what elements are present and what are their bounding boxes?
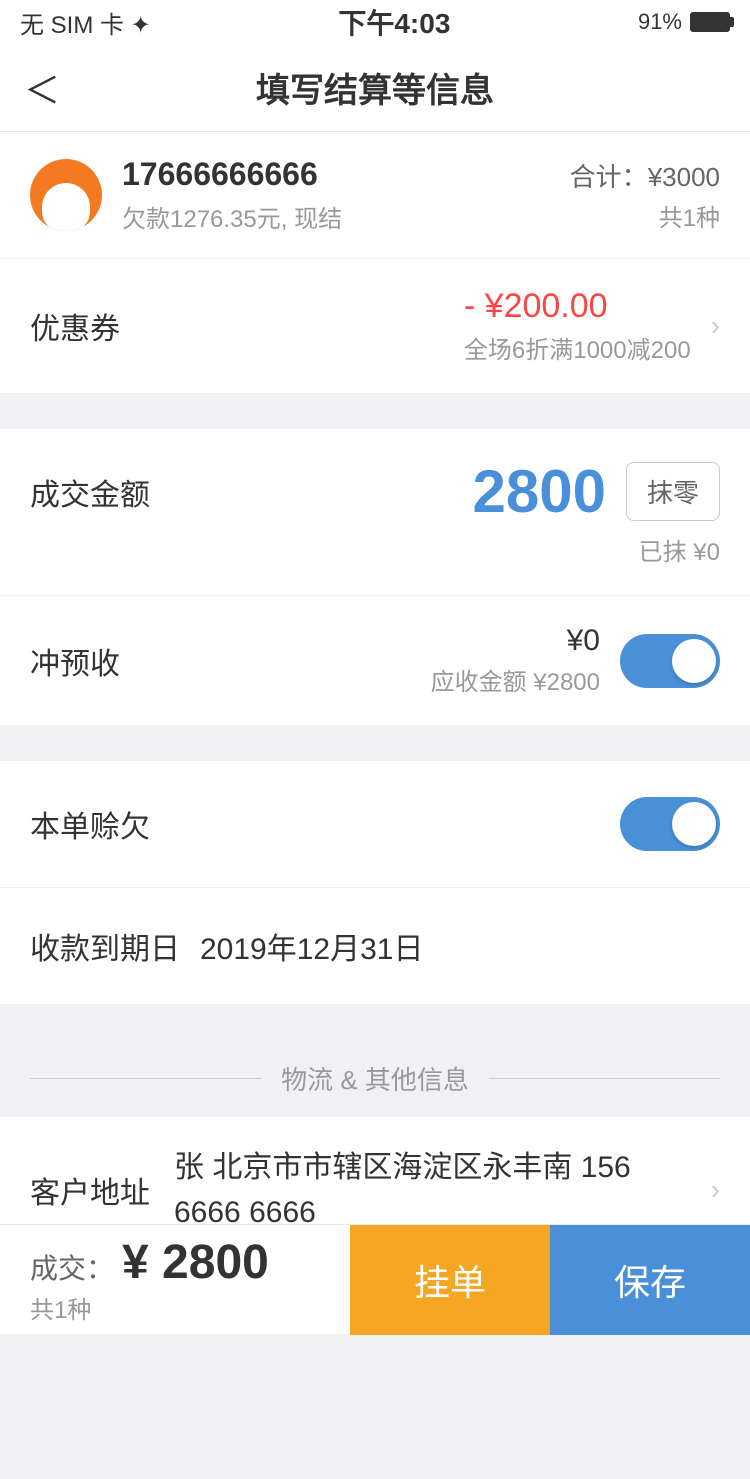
coupon-desc: 全场6折满1000减200 — [464, 330, 691, 365]
logistics-label: 物流 & 其他信息 — [281, 1060, 469, 1097]
bottom-total-row: 成交： ¥ 2800 — [30, 1235, 320, 1290]
debit-toggle[interactable] — [620, 797, 720, 851]
amount-right: 2800 抹零 — [473, 457, 721, 526]
save-button[interactable]: 保存 — [550, 1225, 750, 1335]
page-title: 填写结算等信息 — [256, 63, 494, 112]
amount-section: 成交金额 2800 抹零 已抹 ¥0 冲预收 ¥0 应收金额 ¥2800 — [0, 429, 750, 725]
status-time: 下午4:03 — [338, 2, 450, 42]
prepay-sub: 应收金额 ¥2800 — [431, 662, 600, 697]
round-zero-button[interactable]: 抹零 — [626, 462, 720, 521]
customer-section: 17666666666 欠款1276.35元, 现结 合计：¥3000 共1种 … — [0, 132, 750, 393]
due-date-label: 收款到期日 — [30, 924, 180, 968]
customer-left: 17666666666 欠款1276.35元, 现结 — [30, 156, 342, 234]
chevron-right-icon: › — [711, 310, 720, 342]
signal-text: 无 SIM 卡 ✦ — [20, 5, 151, 40]
prepay-row: 冲预收 ¥0 应收金额 ¥2800 — [0, 595, 750, 725]
coupon-value-col: - ¥200.00 全场6折满1000减200 — [464, 287, 691, 365]
prepay-toggle[interactable] — [620, 634, 720, 688]
toggle-knob — [672, 639, 716, 683]
nav-bar: ＜ 填写结算等信息 — [0, 44, 750, 132]
amount-row: 成交金额 2800 抹零 — [30, 457, 720, 526]
logistics-line-right — [489, 1078, 720, 1079]
address-label: 客户地址 — [30, 1168, 150, 1212]
coupon-label: 优惠券 — [30, 304, 120, 348]
due-date-value: 2019年12月31日 — [200, 924, 423, 968]
address-content: 张 北京市市辖区海淀区永丰南 156 6666 6666 — [174, 1145, 703, 1235]
amount-label: 成交金额 — [30, 470, 150, 514]
prepay-amount: ¥0 — [431, 624, 600, 658]
divider-1 — [0, 409, 750, 429]
divider-2 — [0, 741, 750, 761]
customer-sub-info: 欠款1276.35元, 现结 — [122, 199, 342, 234]
debit-row: 本单赊欠 — [0, 761, 750, 887]
debit-section: 本单赊欠 收款到期日 2019年12月31日 — [0, 761, 750, 1004]
bottom-bar: 成交： ¥ 2800 共1种 挂单 保存 — [0, 1224, 750, 1334]
customer-phone: 17666666666 — [122, 156, 342, 193]
status-right: 91% — [638, 9, 730, 35]
debit-toggle-knob — [672, 802, 716, 846]
bottom-total-amount: ¥ 2800 — [122, 1235, 269, 1290]
total-label: 合计：¥3000 — [570, 157, 720, 194]
battery-percent: 91% — [638, 9, 682, 35]
amount-value: 2800 — [473, 457, 606, 526]
coupon-right: - ¥200.00 全场6折满1000减200 › — [464, 287, 720, 365]
coupon-discount: - ¥200.00 — [464, 287, 691, 326]
battery-icon — [690, 12, 730, 32]
amount-sub: 已抹 ¥0 — [30, 532, 720, 567]
debit-label: 本单赊欠 — [30, 802, 150, 846]
address-chevron-icon: › — [711, 1174, 720, 1206]
status-bar: 无 SIM 卡 ✦ 下午4:03 91% — [0, 0, 750, 44]
prepay-right: ¥0 应收金额 ¥2800 — [431, 624, 720, 697]
prepay-amount-col: ¥0 应收金额 ¥2800 — [431, 624, 600, 697]
divider-3 — [0, 1020, 750, 1040]
avatar — [30, 159, 102, 231]
avatar-icon — [42, 183, 90, 231]
hang-order-button[interactable]: 挂单 — [350, 1225, 550, 1335]
amount-row-wrapper: 成交金额 2800 抹零 已抹 ¥0 — [0, 429, 750, 595]
customer-info: 17666666666 欠款1276.35元, 现结 — [122, 156, 342, 234]
total-count: 共1种 — [570, 198, 720, 233]
back-button[interactable]: ＜ — [24, 62, 60, 114]
bottom-count: 共1种 — [30, 1290, 320, 1325]
prepay-label: 冲预收 — [30, 639, 120, 683]
bottom-total-label: 成交： — [30, 1247, 114, 1287]
bottom-info: 成交： ¥ 2800 共1种 — [0, 1235, 350, 1325]
logistics-divider: 物流 & 其他信息 — [0, 1040, 750, 1117]
status-left: 无 SIM 卡 ✦ — [20, 5, 151, 40]
coupon-row[interactable]: 优惠券 - ¥200.00 全场6折满1000减200 › — [0, 258, 750, 393]
due-date-row: 收款到期日 2019年12月31日 — [0, 887, 750, 1004]
logistics-line-left — [30, 1078, 261, 1079]
customer-row: 17666666666 欠款1276.35元, 现结 合计：¥3000 共1种 — [0, 132, 750, 258]
customer-right: 合计：¥3000 共1种 — [570, 157, 720, 233]
